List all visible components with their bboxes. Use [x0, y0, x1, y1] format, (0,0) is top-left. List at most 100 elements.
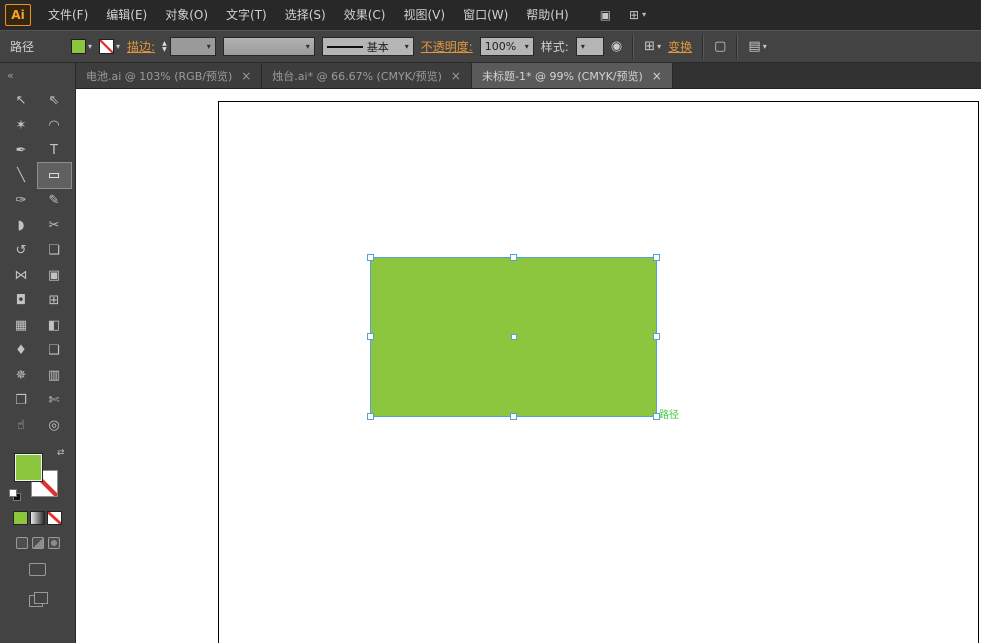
workspace-switcher-icon[interactable]: ⊞▾	[629, 8, 646, 22]
artboard-tool[interactable]: ❐	[5, 388, 38, 413]
line-segment-tool[interactable]: ╲	[5, 163, 38, 188]
selection-type-label: 路径	[10, 38, 34, 55]
appbar-icons: ▣ ⊞▾	[600, 8, 646, 22]
gradient-button[interactable]	[30, 511, 45, 525]
document-tab-1[interactable]: 烛台.ai* @ 66.67% (CMYK/预览)×	[262, 63, 472, 88]
tab-close-button[interactable]: ×	[451, 70, 461, 82]
default-fill-stroke-icon[interactable]	[9, 489, 22, 502]
width-profile-dropdown[interactable]: ▾	[223, 37, 315, 56]
doc-arrange-icon[interactable]: ▣	[600, 8, 611, 22]
slice-tool[interactable]: ✄	[38, 388, 71, 413]
tab-title: 未标题-1* @ 99% (CMYK/预览)	[482, 68, 643, 84]
menu-select[interactable]: 选择(S)	[276, 0, 335, 30]
opacity-field[interactable]: 100% ▾	[480, 37, 534, 56]
eyedropper-tool[interactable]: ♦	[5, 338, 38, 363]
color-button[interactable]	[13, 511, 28, 525]
screen-mode-icon[interactable]	[29, 563, 46, 576]
selection-handle-n[interactable]	[510, 254, 517, 261]
stroke-panel-link[interactable]: 描边:	[127, 38, 155, 55]
stroke-color-control[interactable]: ▾	[99, 39, 120, 54]
chevron-down-icon[interactable]: ▾	[207, 43, 211, 51]
lasso-tool[interactable]: ◠	[38, 113, 71, 138]
collapse-panel-icon[interactable]: «	[7, 69, 14, 82]
menu-type[interactable]: 文字(T)	[217, 0, 276, 30]
selection-handle-nw[interactable]	[367, 254, 374, 261]
draw-inside-mode-icon[interactable]	[48, 537, 60, 549]
chevron-down-icon[interactable]: ▾	[657, 43, 661, 51]
scale-tool[interactable]: ❏	[38, 238, 71, 263]
hand-tool[interactable]: ☝	[5, 413, 38, 438]
fill-color-swatch[interactable]	[71, 39, 86, 54]
tab-close-button[interactable]: ×	[241, 70, 251, 82]
chevron-down-icon[interactable]: ▾	[405, 43, 409, 51]
selection-handle-sw[interactable]	[367, 413, 374, 420]
stroke-weight-stepper[interactable]: ▲ ▼	[162, 41, 167, 53]
align-grid-icon: ⊞	[644, 39, 655, 54]
chevron-down-icon[interactable]: ▾	[306, 43, 310, 51]
direct-selection-tool[interactable]: ⇖	[38, 88, 71, 113]
stroke-weight-field[interactable]: ▾	[170, 37, 216, 56]
column-graph-tool[interactable]: ▥	[38, 363, 71, 388]
canvas[interactable]: 路径	[76, 89, 981, 643]
transform-panel-link[interactable]: 变换	[668, 38, 692, 55]
scissors-tool[interactable]: ✂	[38, 213, 71, 238]
menu-window[interactable]: 窗口(W)	[454, 0, 517, 30]
rotate-tool[interactable]: ↺	[5, 238, 38, 263]
isolate-object-icon[interactable]: ▢	[714, 39, 726, 54]
brush-definition-dropdown[interactable]: 基本 ▾	[322, 37, 414, 56]
menu-object[interactable]: 对象(O)	[156, 0, 217, 30]
blend-tool[interactable]: ❑	[38, 338, 71, 363]
document-tab-2[interactable]: 未标题-1* @ 99% (CMYK/预览) ×	[472, 63, 673, 88]
pencil-tool[interactable]: ✎	[38, 188, 71, 213]
perspective-grid-tool[interactable]: ⊞	[38, 288, 71, 313]
selection-handle-w[interactable]	[367, 333, 374, 340]
opacity-panel-link[interactable]: 不透明度:	[421, 38, 473, 55]
selection-handle-ne[interactable]	[653, 254, 660, 261]
free-transform-tool[interactable]: ▣	[38, 263, 71, 288]
symbol-sprayer-tool[interactable]: ✵	[5, 363, 38, 388]
selection-center-point[interactable]	[511, 334, 517, 340]
zoom-tool[interactable]: ◎	[38, 413, 71, 438]
none-button[interactable]	[47, 511, 62, 525]
app-windows-icon[interactable]	[29, 592, 47, 606]
recolor-artwork-icon[interactable]: ◉	[611, 39, 622, 54]
draw-normal-mode-icon[interactable]	[16, 537, 28, 549]
chevron-down-icon[interactable]: ▾	[763, 43, 767, 51]
chevron-down-icon[interactable]: ▾	[116, 43, 120, 51]
stroke-color-swatch[interactable]	[99, 39, 114, 54]
type-tool[interactable]: T	[38, 138, 71, 163]
pen-tool[interactable]: ✒	[5, 138, 38, 163]
width-tool[interactable]: ⋈	[5, 263, 38, 288]
style-dropdown[interactable]: ▾	[576, 37, 604, 56]
shape-builder-tool[interactable]: ◘	[5, 288, 38, 313]
document-tab-0[interactable]: 电池.ai @ 103% (RGB/预览)×	[76, 63, 262, 88]
illustrator-window: Ai 文件(F)编辑(E)对象(O)文字(T)选择(S)效果(C)视图(V)窗口…	[0, 0, 981, 643]
magic-wand-tool[interactable]: ✶	[5, 113, 38, 138]
chevron-down-icon[interactable]: ▾	[581, 43, 585, 51]
fill-swatch[interactable]	[15, 454, 42, 481]
tools-panel: « ↖⇖✶◠✒T╲▭✑✎◗✂↺❏⋈▣◘⊞▦◧♦❑✵▥❐✄☝◎ ⇄	[0, 63, 76, 643]
menu-help[interactable]: 帮助(H)	[517, 0, 577, 30]
menu-view[interactable]: 视图(V)	[394, 0, 454, 30]
swap-fill-stroke-icon[interactable]: ⇄	[57, 448, 65, 458]
selection-handle-e[interactable]	[653, 333, 660, 340]
align-options-icon[interactable]: ⊞ ▾	[644, 39, 661, 54]
selection-handle-s[interactable]	[510, 413, 517, 420]
menu-file[interactable]: 文件(F)	[39, 0, 97, 30]
stepper-down-icon[interactable]: ▼	[162, 47, 167, 53]
menu-edit[interactable]: 编辑(E)	[97, 0, 156, 30]
rectangle-tool[interactable]: ▭	[38, 163, 71, 188]
selection-tool[interactable]: ↖	[5, 88, 38, 113]
gradient-tool[interactable]: ◧	[38, 313, 71, 338]
blob-brush-tool[interactable]: ◗	[5, 213, 38, 238]
mesh-tool[interactable]: ▦	[5, 313, 38, 338]
fill-color-control[interactable]: ▾	[71, 39, 92, 54]
chevron-down-icon[interactable]: ▾	[88, 43, 92, 51]
selected-rectangle[interactable]	[371, 258, 656, 416]
chevron-down-icon[interactable]: ▾	[525, 43, 529, 51]
paintbrush-tool[interactable]: ✑	[5, 188, 38, 213]
draw-behind-mode-icon[interactable]	[32, 537, 44, 549]
menu-effect[interactable]: 效果(C)	[335, 0, 395, 30]
panel-options-icon[interactable]: ▤ ▾	[748, 39, 766, 54]
tab-close-button[interactable]: ×	[652, 70, 662, 82]
